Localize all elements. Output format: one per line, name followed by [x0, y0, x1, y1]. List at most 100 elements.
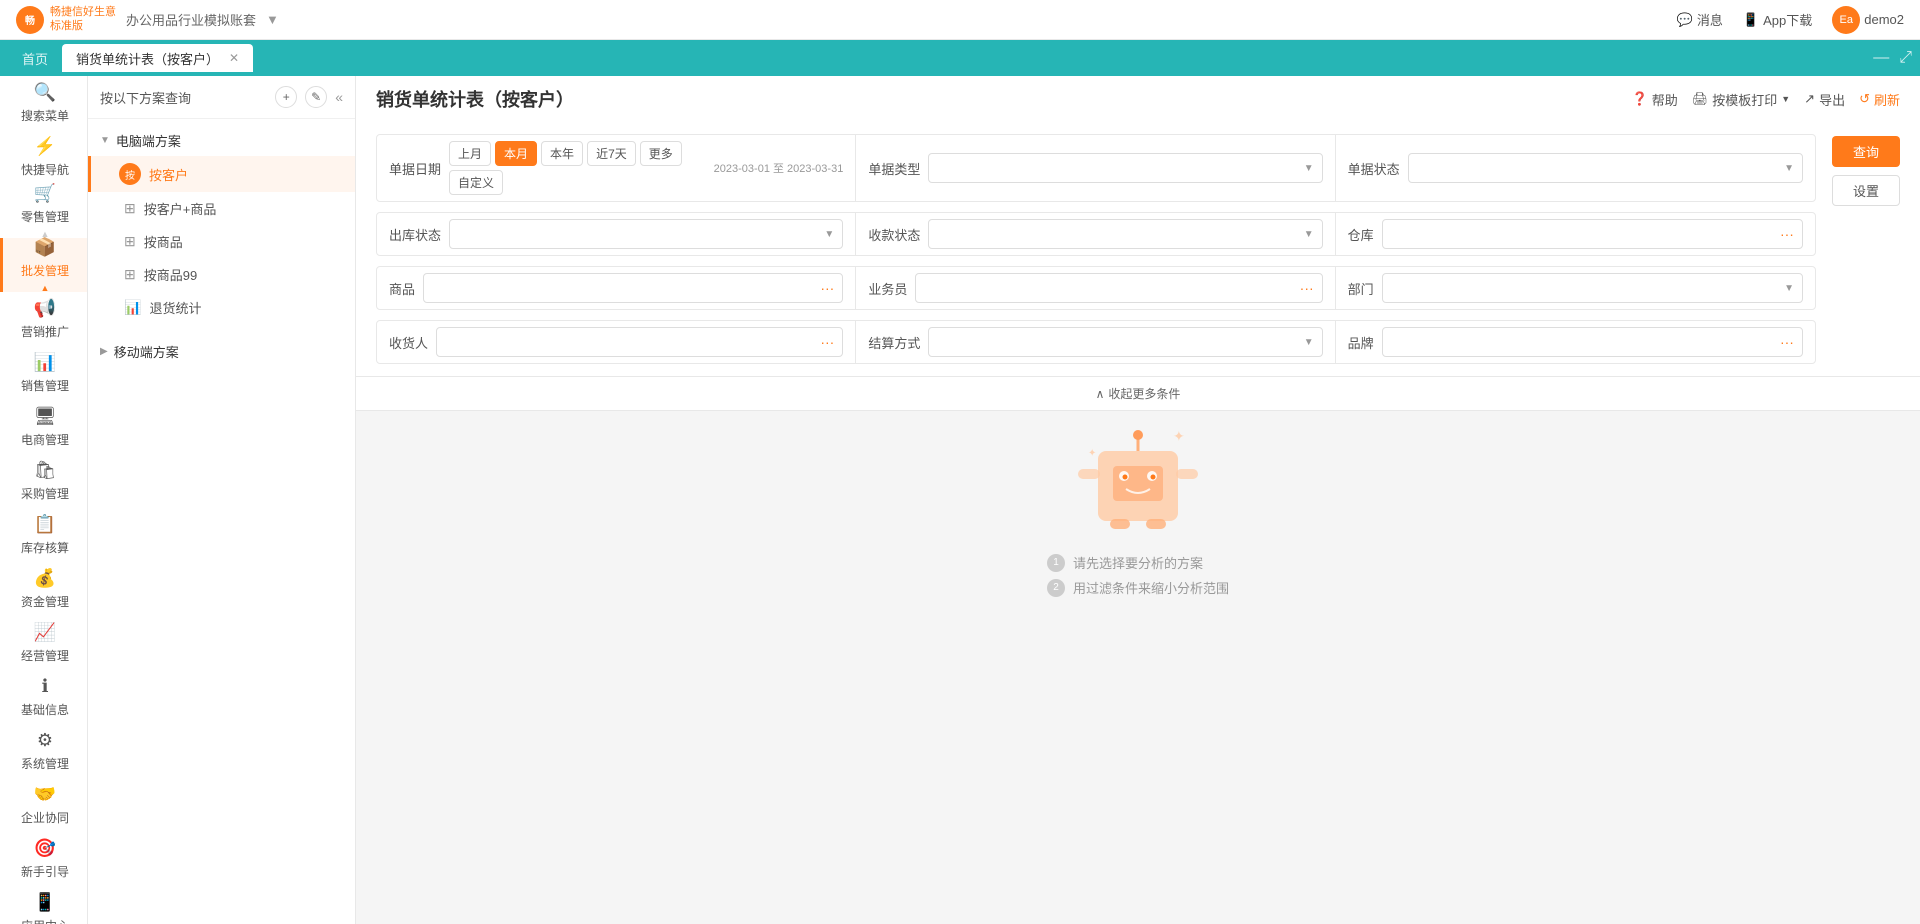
- sidebar-item-system[interactable]: ⚙ 系统管理: [0, 724, 87, 778]
- empty-hint-item-2: 2 用过滤条件来缩小分析范围: [1047, 578, 1229, 597]
- salesperson-input[interactable]: ···: [915, 273, 1322, 303]
- warehouse-dots-icon[interactable]: ···: [1780, 226, 1794, 242]
- dept-input[interactable]: ▼: [1382, 273, 1803, 303]
- sidebar-item-purchase-label: 采购管理: [21, 485, 69, 502]
- edit-scheme-btn[interactable]: ✎: [305, 86, 327, 108]
- sidebar-item-marketing-label: 营销推广: [21, 323, 69, 340]
- sidebar-item-ecommerce[interactable]: 🖥 电商管理: [0, 400, 87, 454]
- date-btn-last-month[interactable]: 上月: [449, 141, 491, 166]
- warehouse-input[interactable]: ···: [1382, 219, 1803, 249]
- receipt-status-input[interactable]: ▼: [928, 219, 1322, 249]
- tab-sales-stat[interactable]: 销货单统计表（按客户） ✕: [62, 44, 253, 72]
- sidebar-item-apps[interactable]: 📱 应用中心: [0, 886, 87, 924]
- scheme-item-by-goods99[interactable]: ⊞ 按商品99: [88, 258, 355, 291]
- app-download-btn[interactable]: 📱 App下载: [1743, 10, 1812, 29]
- query-btn[interactable]: 查询: [1832, 136, 1900, 167]
- tab-bar: 首页 销货单统计表（按客户） ✕ — ⤢: [0, 40, 1920, 76]
- page-header: 销货单统计表（按客户） ❓ 帮助 🖨 按模板打印 ▼ ↗: [356, 76, 1920, 122]
- receiver-dots-icon[interactable]: ···: [820, 334, 834, 350]
- sidebar-item-finance-label: 资金管理: [21, 593, 69, 610]
- settlement-input[interactable]: ▼: [928, 327, 1322, 357]
- empty-hint: 1 请先选择要分析的方案 2 用过滤条件来缩小分析范围: [1047, 553, 1229, 597]
- print-dropdown-icon: ▼: [1781, 94, 1790, 104]
- collapse-panel-icon[interactable]: «: [335, 89, 343, 105]
- by-goods-icon: ⊞: [124, 233, 136, 250]
- settlement-chevron: ▼: [1304, 337, 1314, 348]
- page-actions: ❓ 帮助 🖨 按模板打印 ▼ ↗ 导出 ↺: [1632, 90, 1901, 109]
- doc-status-input[interactable]: ▼: [1408, 153, 1803, 183]
- sidebar-item-retail-label: 零售管理: [21, 208, 69, 225]
- salesperson-dots-icon[interactable]: ···: [1300, 280, 1314, 296]
- date-btn-last7[interactable]: 近7天: [587, 141, 636, 166]
- dept-cell: 部门 ▼: [1336, 267, 1815, 309]
- scheme-item-return-stat[interactable]: 📊 退货统计: [88, 291, 355, 324]
- doc-type-input[interactable]: ▼: [928, 153, 1322, 183]
- sidebar-item-wholesale[interactable]: 📦 批发管理 ▲: [0, 238, 87, 292]
- refresh-btn[interactable]: ↺ 刷新: [1859, 90, 1900, 109]
- sidebar-item-ops[interactable]: 📈 经营管理: [0, 616, 87, 670]
- sidebar-item-search[interactable]: 🔍 搜索菜单: [0, 76, 87, 130]
- sidebar-item-marketing[interactable]: 📢 营销推广: [0, 292, 87, 346]
- scheme-group-desktop-header[interactable]: ▼ 电脑端方案: [88, 125, 355, 156]
- svg-text:✦: ✦: [1173, 428, 1185, 444]
- scheme-item-by-customer[interactable]: 按 按客户: [88, 156, 355, 192]
- warehouse-cell: 仓库 ···: [1336, 213, 1815, 255]
- warehouse-label: 仓库: [1348, 225, 1374, 244]
- system-dropdown-icon[interactable]: ▼: [266, 12, 279, 27]
- dept-label: 部门: [1348, 279, 1374, 298]
- sidebar-item-quick-nav-label: 快捷导航: [21, 161, 69, 178]
- maximize-btn[interactable]: ⤢: [1899, 49, 1912, 67]
- empty-state: ✦ ✦ 1 请先选择要分析的方案 2 用过滤条件来缩小分析范围: [356, 411, 1920, 597]
- scheme-group-mobile-header[interactable]: ▶ 移动端方案: [88, 336, 355, 367]
- receiver-input[interactable]: ···: [436, 327, 843, 357]
- tab-home-label: 首页: [22, 49, 48, 68]
- sidebar-item-retail[interactable]: 🛒 零售管理 ▲: [0, 184, 87, 238]
- scheme-item-by-goods[interactable]: ⊞ 按商品: [88, 225, 355, 258]
- sidebar-item-finance[interactable]: 💰 资金管理: [0, 562, 87, 616]
- return-stat-icon: 📊: [124, 299, 141, 316]
- sidebar-item-sales-mgmt[interactable]: 📊 销售管理: [0, 346, 87, 400]
- date-btn-this-month[interactable]: 本月: [495, 141, 537, 166]
- out-status-cell: 出库状态 ▼: [377, 213, 856, 255]
- desktop-group-label: 电脑端方案: [116, 131, 181, 150]
- settings-btn[interactable]: 设置: [1832, 175, 1900, 206]
- out-status-input[interactable]: ▼: [449, 219, 843, 249]
- sidebar-item-purchase[interactable]: 🛍 采购管理: [0, 454, 87, 508]
- brand-dots-icon[interactable]: ···: [1780, 334, 1794, 350]
- sidebar-item-cooperation[interactable]: 🤝 企业协同: [0, 778, 87, 832]
- scheme-group-mobile: ▶ 移动端方案: [88, 330, 355, 373]
- date-filter-cell: 单据日期 上月 本月 本年 近7天 更多 自定义: [377, 135, 856, 201]
- mobile-group-toggle: ▶: [100, 346, 108, 357]
- sidebar-item-quick-nav[interactable]: ⚡ 快捷导航: [0, 130, 87, 184]
- brand-input[interactable]: ···: [1382, 327, 1803, 357]
- add-scheme-btn[interactable]: +: [275, 86, 297, 108]
- export-btn[interactable]: ↗ 导出: [1804, 90, 1845, 109]
- date-btn-this-year[interactable]: 本年: [541, 141, 583, 166]
- collapse-bar[interactable]: ∧ 收起更多条件: [356, 377, 1920, 411]
- header-right: 💬 消息 📱 App下载 Ea demo2: [1677, 6, 1904, 34]
- date-btn-more[interactable]: 更多: [640, 141, 682, 166]
- ops-icon: 📈: [34, 622, 56, 643]
- ecommerce-icon: 🖥: [34, 406, 57, 427]
- goods-cell: 商品 ···: [377, 267, 856, 309]
- sidebar-item-basic[interactable]: ℹ 基础信息: [0, 670, 87, 724]
- template-print-btn[interactable]: 🖨 按模板打印 ▼: [1692, 90, 1790, 109]
- avatar: Ea: [1832, 6, 1860, 34]
- header-left: 畅 畅捷信好生意 标准版 办公用品行业模拟账套 ▼: [16, 6, 279, 34]
- sidebar-item-guide[interactable]: 🎯 新手引导: [0, 832, 87, 886]
- date-btn-custom[interactable]: 自定义: [449, 170, 503, 195]
- refresh-icon: ↺: [1859, 91, 1870, 107]
- tab-window-controls: — ⤢: [1873, 49, 1912, 67]
- user-area[interactable]: Ea demo2: [1832, 6, 1904, 34]
- logo-icon: 畅: [16, 6, 44, 34]
- minimize-btn[interactable]: —: [1873, 49, 1889, 67]
- scheme-item-by-customer-goods[interactable]: ⊞ 按客户+商品: [88, 192, 355, 225]
- tab-close-icon[interactable]: ✕: [229, 51, 239, 65]
- sidebar-item-inventory[interactable]: 📋 库存核算: [0, 508, 87, 562]
- goods-input[interactable]: ···: [423, 273, 843, 303]
- help-btn[interactable]: ❓ 帮助: [1632, 90, 1678, 109]
- goods-dots-icon[interactable]: ···: [820, 280, 834, 296]
- tab-home[interactable]: 首页: [8, 44, 62, 72]
- by-goods-label: 按商品: [144, 232, 183, 251]
- message-btn[interactable]: 💬 消息: [1677, 10, 1723, 29]
